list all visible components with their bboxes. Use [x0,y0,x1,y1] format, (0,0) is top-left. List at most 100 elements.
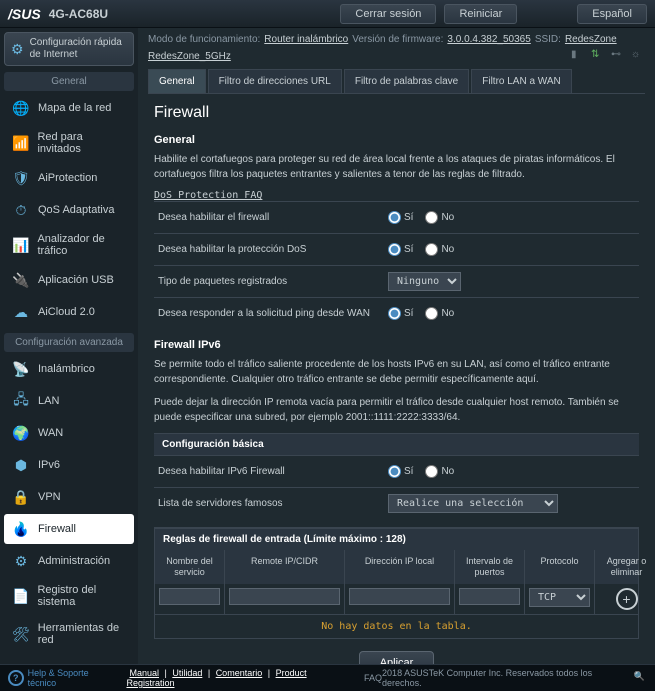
sidebar-item-analizador-de-tráfico[interactable]: 📊Analizador de tráfico [4,227,134,263]
sidebar-item-qos-adaptativa[interactable]: ⏱ QoS Adaptativa [4,195,134,225]
footer-link-manual[interactable]: Manual [129,668,159,678]
yes-label: Sí [404,466,413,477]
basic-config-header: Configuración básica [154,433,639,455]
reboot-button[interactable]: Reiniciar [444,4,517,24]
enable-dos-no[interactable] [425,243,438,256]
sidebar-item-herramientas-de-red[interactable]: 🛠Herramientas de red [4,616,134,652]
nav-icon: ⬢ [12,456,30,474]
nav-icon: 🔥 [12,520,30,538]
quick-setup-button[interactable]: ⚙ Configuración rápida de Internet [4,32,134,66]
sidebar-item-label: Analizador de tráfico [37,233,126,257]
enable-ipv6-yes[interactable] [388,465,401,478]
famous-servers-select[interactable]: Realice una selección [388,494,558,513]
column-header: Protocolo [525,550,595,584]
faq-link[interactable]: FAQ [364,673,382,683]
quick-setup-label: Configuración rápida de Internet [30,37,127,61]
language-select[interactable]: Español [577,4,647,24]
tab-filtro-de-palabras-clave[interactable]: Filtro de palabras clave [344,69,469,93]
nav-icon: 📡 [12,360,30,378]
no-label: No [441,212,454,223]
column-header: Intervalo de puertos [455,550,525,584]
sidebar-item-inalámbrico[interactable]: 📡Inalámbrico [4,354,134,384]
logged-packets-label: Tipo de paquetes registrados [158,276,388,287]
enable-firewall-yes[interactable] [388,211,401,224]
ssid1-value[interactable]: RedesZone [565,34,617,45]
sidebar-item-registro-del-sistema[interactable]: 📄Registro del sistema [4,578,134,614]
rules-table: Reglas de firewall de entrada (Límite má… [154,527,639,639]
help-icon[interactable]: ? [8,670,24,686]
enable-dos-yes[interactable] [388,243,401,256]
sidebar-item-ipv6[interactable]: ⬢IPv6 [4,450,134,480]
ssid2-value[interactable]: RedesZone_5GHz [148,51,231,62]
wan-ping-yes[interactable] [388,307,401,320]
sidebar-item-aplicación-usb[interactable]: 🔌Aplicación USB [4,265,134,295]
nav-icon: ⏱ [12,201,30,219]
top-bar: /SUS 4G-AC68U Cerrar sesión Reiniciar Es… [0,0,655,28]
sidebar-item-administración[interactable]: ⚙Administración [4,546,134,576]
nav-icon: ☁ [12,303,30,321]
page-title: Firewall [154,104,639,122]
usb-icon: ⊷ [611,49,625,63]
tab-filtro-de-direcciones-url[interactable]: Filtro de direcciones URL [208,69,342,93]
mode-label: Modo de funcionamiento: [148,34,260,45]
nav-icon: 🔒 [12,488,30,506]
protocol-select[interactable]: TCP [529,588,590,607]
local-ip-input[interactable] [349,588,450,605]
link-icon: ⇅ [591,49,605,63]
nav-icon: ⚙ [12,552,30,570]
nav-icon: 🖧 [12,392,30,410]
remote-ip-input[interactable] [229,588,340,605]
rules-header: Reglas de firewall de entrada (Límite má… [155,528,638,550]
sidebar-item-vpn[interactable]: 🔒VPN [4,482,134,512]
sidebar-item-label: AiProtection [38,172,97,184]
section-advanced: Configuración avanzada [4,333,134,352]
nav-icon: 🛠 [12,625,30,643]
tab-filtro-lan-a-wan[interactable]: Filtro LAN a WAN [471,69,572,93]
dos-faq-link[interactable]: DoS Protection FAQ [154,190,639,201]
firmware-info: Modo de funcionamiento: Router inalámbri… [148,34,645,63]
service-name-input[interactable] [159,588,220,605]
nav-icon: 📄 [12,587,29,605]
column-header: Dirección IP local [345,550,455,584]
sidebar-item-label: QoS Adaptativa [38,204,114,216]
tab-general[interactable]: General [148,69,206,93]
no-label: No [441,244,454,255]
famous-servers-label: Lista de servidores famosos [158,498,388,509]
enable-firewall-no[interactable] [425,211,438,224]
version-label: Versión de firmware: [352,34,443,45]
general-header: General [154,134,639,146]
nav-icon: 📶 [12,134,29,152]
help-label[interactable]: Help & Soporte técnico [28,668,117,688]
footer-link-utilidad[interactable]: Utilidad [172,668,202,678]
mode-value[interactable]: Router inalámbrico [264,34,348,45]
sidebar-item-aiprotection[interactable]: 🛡AiProtection [4,163,134,193]
enable-dos-label: Desea habilitar la protección DoS [158,244,388,255]
version-value[interactable]: 3.0.0.4.382_50365 [447,34,530,45]
wan-ping-no[interactable] [425,307,438,320]
gear-icon: ⚙ [11,40,24,58]
logged-packets-select[interactable]: Ninguno [388,272,461,291]
footer-link-comentario[interactable]: Comentario [216,668,263,678]
sidebar-item-wan[interactable]: 🌍 WAN [4,418,134,448]
sidebar-item-label: Red para invitados [37,131,126,155]
ipv6-desc2: Puede dejar la dirección IP remota vacía… [154,395,639,425]
enable-ipv6-no[interactable] [425,465,438,478]
sidebar-item-label: WAN [38,427,63,439]
no-label: No [441,466,454,477]
sidebar: ⚙ Configuración rápida de Internet Gener… [0,28,138,664]
port-range-input[interactable] [459,588,520,605]
nav-icon: 🌍 [12,424,30,442]
search-icon[interactable]: 🔍 [633,671,647,685]
apply-button[interactable]: Aplicar [359,651,435,664]
add-rule-button[interactable]: + [616,588,638,610]
enable-ipv6-label: Desea habilitar IPv6 Firewall [158,466,388,477]
sidebar-item-red-para-invitados[interactable]: 📶 Red para invitados [4,125,134,161]
sidebar-item-aicloud-2.0[interactable]: ☁AiCloud 2.0 [4,297,134,327]
sidebar-item-lan[interactable]: 🖧 LAN [4,386,134,416]
sidebar-item-label: LAN [38,395,59,407]
logout-button[interactable]: Cerrar sesión [340,4,436,24]
empty-table-message: No hay datos en la tabla. [155,614,638,638]
sidebar-item-label: Aplicación USB [38,274,114,286]
sidebar-item-mapa-de-la-red[interactable]: 🌐Mapa de la red [4,93,134,123]
sidebar-item-firewall[interactable]: 🔥Firewall [4,514,134,544]
